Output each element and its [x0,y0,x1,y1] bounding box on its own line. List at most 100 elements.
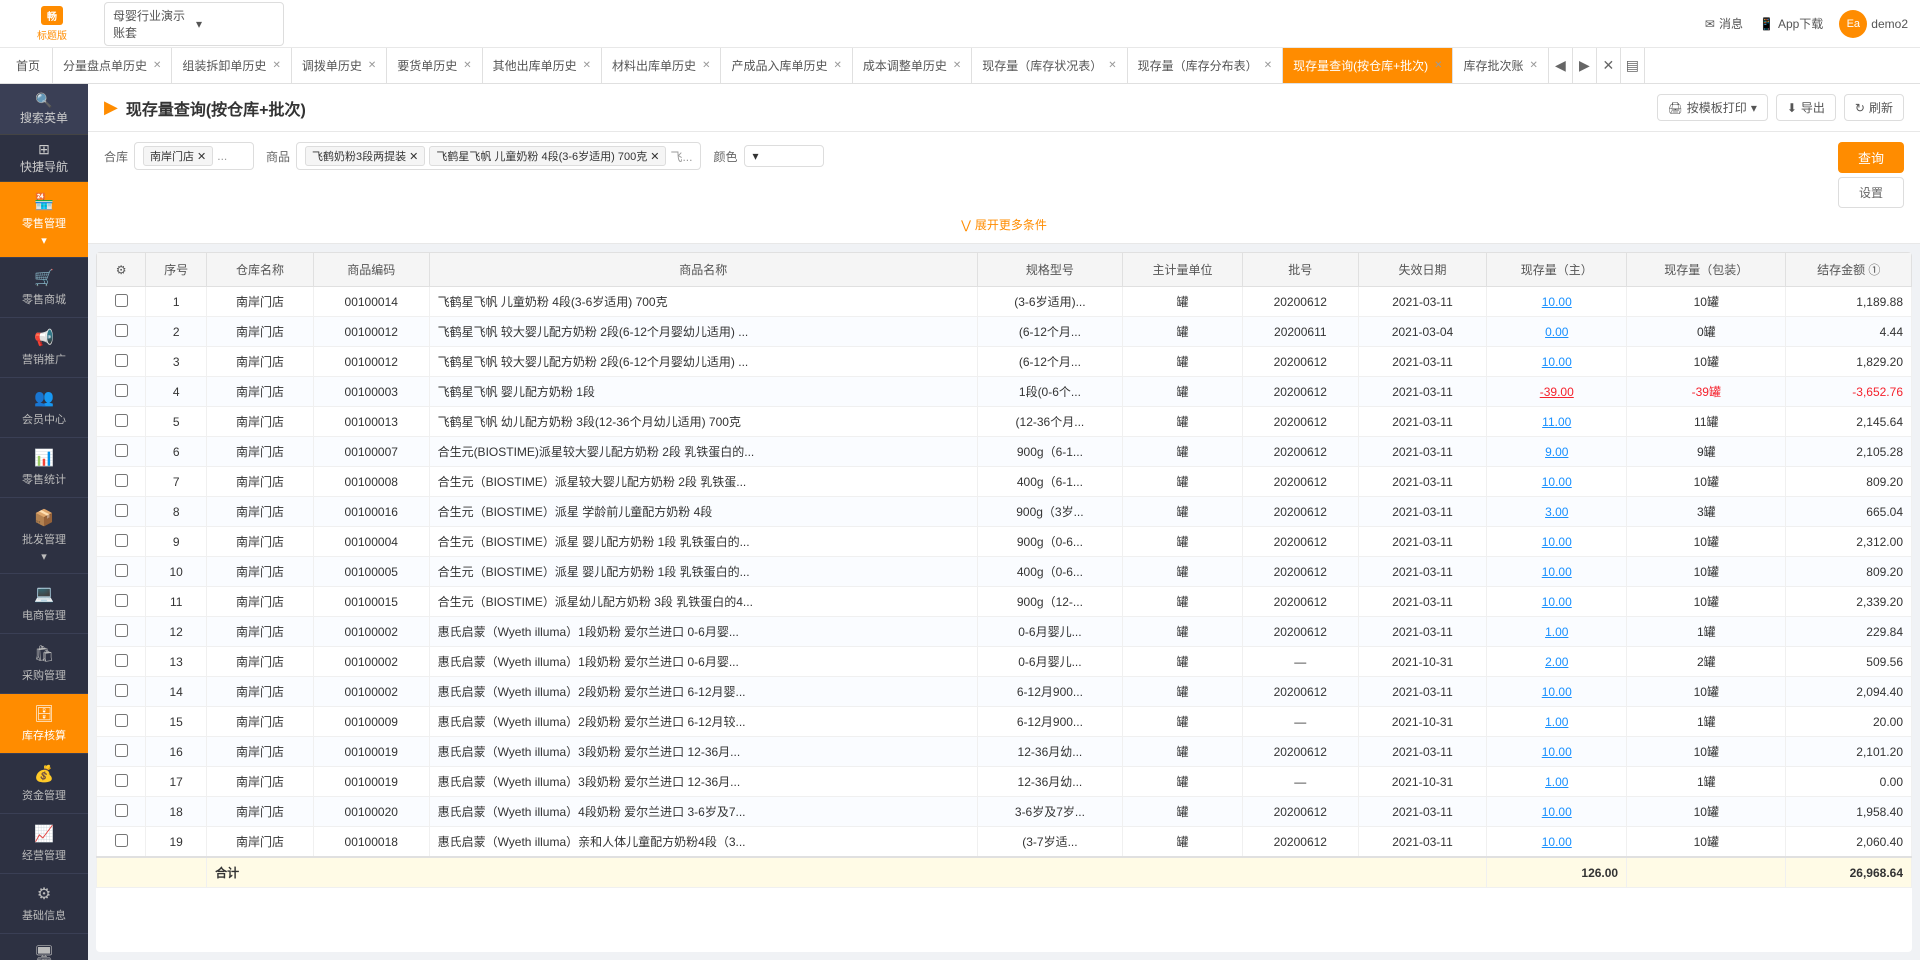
cell-checkbox[interactable] [97,707,146,737]
tab-split[interactable]: 分量盘点单历史 ✕ [53,48,172,84]
tab-material-out-close[interactable]: ✕ [702,60,710,71]
cell-checkbox[interactable] [97,827,146,858]
cell-checkbox[interactable] [97,647,146,677]
cell-qty-main[interactable]: 10.00 [1487,467,1627,497]
workspace-selector[interactable]: 母婴行业演示账套 ▾ [104,2,284,46]
tab-other-out-close[interactable]: ✕ [583,60,591,71]
tab-other-out[interactable]: 其他出库单历史 ✕ [483,48,602,84]
cell-qty-main[interactable]: 10.00 [1487,287,1627,317]
cell-checkbox[interactable] [97,317,146,347]
cell-qty-main[interactable]: 10.00 [1487,737,1627,767]
cell-checkbox[interactable] [97,767,146,797]
col-settings[interactable]: ⚙ [97,253,146,287]
cell-qty-main[interactable]: -39.00 [1487,377,1627,407]
tab-close-all-btn[interactable]: ✕ [1597,48,1621,84]
cell-qty-main[interactable]: 1.00 [1487,707,1627,737]
tab-product-in-close[interactable]: ✕ [833,60,841,71]
warehouse-input[interactable]: 南岸门店 ✕ ... [134,142,254,170]
cell-checkbox[interactable] [97,617,146,647]
sidebar-item-retail-store[interactable]: 🛒 零售商城 [0,258,88,318]
cell-qty-main[interactable]: 10.00 [1487,347,1627,377]
tab-batch-voucher-close[interactable]: ✕ [1530,60,1538,71]
cell-qty-main[interactable]: 11.00 [1487,407,1627,437]
expand-filter-btn[interactable]: ▶ [104,97,118,118]
cell-checkbox[interactable] [97,437,146,467]
setting-btn[interactable]: 设置 [1838,177,1904,208]
refresh-btn[interactable]: ↻ 刷新 [1844,94,1904,121]
user-area[interactable]: Ea demo2 [1839,10,1908,38]
cell-checkbox[interactable] [97,377,146,407]
query-btn[interactable]: 查询 [1838,142,1904,173]
product-tag-2-close[interactable]: ✕ [650,150,659,163]
cell-qty-main[interactable]: 10.00 [1487,587,1627,617]
sidebar-item-operation[interactable]: 📈 经营管理 [0,814,88,874]
cell-checkbox[interactable] [97,587,146,617]
settings-icon[interactable]: ⚙ [116,263,127,277]
tab-split-close[interactable]: ✕ [153,60,161,71]
sidebar-item-basic[interactable]: ⚙ 基础信息 [0,874,88,934]
sidebar-item-wholesale[interactable]: 📦 批发管理 ▾ [0,498,88,574]
cell-qty-main[interactable]: 10.00 [1487,827,1627,858]
expand-more-btn[interactable]: ⋁ 展开更多条件 [961,216,1047,233]
cell-checkbox[interactable] [97,497,146,527]
tab-inventory-dist[interactable]: 现存量（库存分布表） ✕ [1128,48,1283,84]
product-more[interactable]: 飞... [670,148,692,165]
cell-checkbox[interactable] [97,467,146,497]
tab-adjust-close[interactable]: ✕ [368,60,376,71]
print-btn[interactable]: 🖨 按模板打印 ▾ [1657,94,1768,121]
tab-disassemble-close[interactable]: ✕ [272,60,280,71]
tab-disassemble[interactable]: 组装拆卸单历史 ✕ [172,48,291,84]
cell-qty-main[interactable]: 10.00 [1487,527,1627,557]
sidebar-item-ecommerce[interactable]: 💻 电商管理 [0,574,88,634]
cell-qty-main[interactable]: 0.00 [1487,317,1627,347]
cell-qty-main[interactable]: 10.00 [1487,677,1627,707]
cell-checkbox[interactable] [97,527,146,557]
sidebar-search[interactable]: 🔍 搜索英单 [0,84,88,135]
sidebar-item-inventory[interactable]: 🗄 库存核算 [0,694,88,754]
tab-material-out[interactable]: 材料出库单历史 ✕ [602,48,721,84]
tab-inventory-dist-close[interactable]: ✕ [1264,60,1272,71]
cell-checkbox[interactable] [97,407,146,437]
sidebar-item-retail-stats[interactable]: 📊 零售统计 [0,438,88,498]
color-input[interactable]: ▾ [744,145,824,167]
cell-qty-main[interactable]: 1.00 [1487,617,1627,647]
tab-prev-btn[interactable]: ◀ [1549,48,1573,84]
tab-next-btn[interactable]: ▶ [1573,48,1597,84]
cell-qty-main[interactable]: 10.00 [1487,557,1627,587]
cell-checkbox[interactable] [97,287,146,317]
product-input[interactable]: 飞鹤奶粉3段两提装 ✕ 飞鹤星飞帆 儿童奶粉 4段(3-6岁适用) 700克 ✕… [296,142,701,170]
tab-menu-btn[interactable]: ▤ [1621,48,1645,84]
cell-checkbox[interactable] [97,557,146,587]
sidebar-quick-nav[interactable]: ⊞ 快捷导航 [0,135,88,182]
sidebar-item-system[interactable]: 🖥 系统管理 [0,934,88,960]
warehouse-more[interactable]: ... [217,149,227,163]
sidebar-item-finance[interactable]: 💰 资金管理 [0,754,88,814]
tab-home[interactable]: 首页 [4,48,53,84]
sidebar-item-member[interactable]: 👥 会员中心 [0,378,88,438]
tab-inventory-status[interactable]: 现存量（库存状况表） ✕ [972,48,1127,84]
cell-qty-main[interactable]: 1.00 [1487,767,1627,797]
cell-qty-main[interactable]: 2.00 [1487,647,1627,677]
sidebar-item-marketing[interactable]: 📢 营销推广 [0,318,88,378]
cell-checkbox[interactable] [97,737,146,767]
tab-cost-adjust[interactable]: 成本调整单历史 ✕ [853,48,972,84]
message-btn[interactable]: ✉ 消息 [1705,15,1743,32]
cell-checkbox[interactable] [97,347,146,377]
product-tag-1-close[interactable]: ✕ [409,150,418,163]
tab-inventory-query[interactable]: 现存量查询(按仓库+批次) ✕ [1283,48,1453,84]
cell-checkbox[interactable] [97,677,146,707]
cell-qty-main[interactable]: 10.00 [1487,797,1627,827]
tab-adjust[interactable]: 调拨单历史 ✕ [292,48,387,84]
sidebar-item-procurement[interactable]: 🛍 采购管理 [0,634,88,694]
sidebar-item-retail[interactable]: 🏪 零售管理 ▾ [0,182,88,258]
cell-checkbox[interactable] [97,797,146,827]
export-btn[interactable]: ⬇ 导出 [1776,94,1836,121]
app-download-btn[interactable]: 📱 App下载 [1759,15,1823,32]
tab-cost-adjust-close[interactable]: ✕ [953,60,961,71]
cell-qty-main[interactable]: 3.00 [1487,497,1627,527]
tab-inventory-status-close[interactable]: ✕ [1108,60,1116,71]
tab-inventory-query-close[interactable]: ✕ [1434,60,1442,71]
warehouse-tag-close[interactable]: ✕ [197,150,206,163]
tab-requisition-close[interactable]: ✕ [463,60,471,71]
tab-product-in[interactable]: 产成品入库单历史 ✕ [721,48,852,84]
